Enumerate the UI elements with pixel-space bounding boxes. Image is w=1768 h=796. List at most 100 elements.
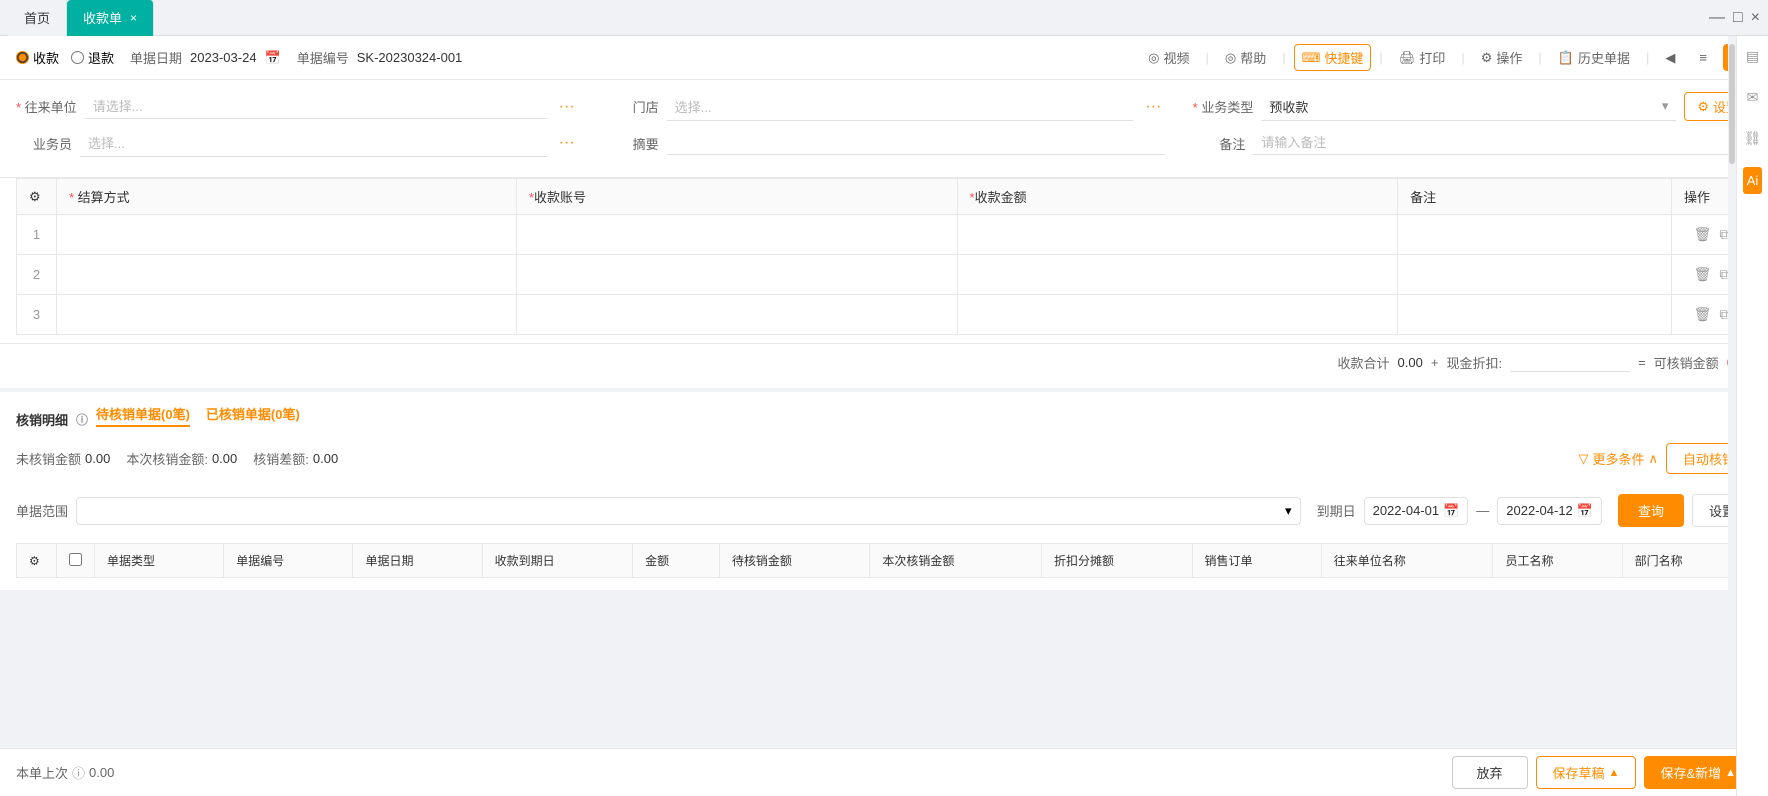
calendar-icon[interactable]: 📅 xyxy=(265,50,281,66)
account-cell[interactable] xyxy=(516,255,957,295)
range-select[interactable]: ▾ xyxy=(76,497,1301,525)
scrollbar-area[interactable] xyxy=(1728,36,1736,748)
writeoff-info-icon[interactable]: ⓘ xyxy=(76,411,88,428)
operation-btn[interactable]: ⚙ 操作 xyxy=(1473,44,1531,71)
tab-home[interactable]: 首页 xyxy=(8,0,67,36)
doc-no-info: 单据编号 SK-20230324-001 xyxy=(297,48,463,67)
discount-input[interactable] xyxy=(1510,352,1630,372)
settlement-cell[interactable] xyxy=(57,215,517,255)
bth-doc-type: 单据类型 xyxy=(95,544,224,578)
remark-input[interactable] xyxy=(1253,131,1752,155)
th-gear[interactable]: ⚙ xyxy=(17,179,57,215)
salesperson-more-icon[interactable]: ··· xyxy=(555,134,579,152)
history-icon: 📋 xyxy=(1558,50,1574,66)
abandon-btn[interactable]: 放弃 xyxy=(1452,756,1528,789)
diff-stat: 核销差额: 0.00 xyxy=(253,449,338,468)
range-label: 单据范围 xyxy=(16,501,68,520)
salesperson-select[interactable]: 选择... xyxy=(80,129,547,157)
delete-icon[interactable]: 🗑 xyxy=(1694,226,1712,243)
account-cell[interactable] xyxy=(516,295,957,335)
history-btn[interactable]: 📋 历史单据 xyxy=(1550,44,1638,71)
account-cell[interactable] xyxy=(516,215,957,255)
prev-btn[interactable]: ◀ xyxy=(1657,46,1683,70)
amount-cell[interactable] xyxy=(957,215,1398,255)
summary-input[interactable] xyxy=(667,131,1166,155)
bth-doc-date: 单据日期 xyxy=(353,544,482,578)
due-date-end[interactable]: 2022-04-12 📅 xyxy=(1497,497,1602,525)
close-btn[interactable]: × xyxy=(1751,9,1760,27)
sidebar-mail-icon[interactable]: ✉ xyxy=(1743,85,1763,110)
remark-cell[interactable] xyxy=(1398,215,1672,255)
help-btn[interactable]: ◎ 帮助 xyxy=(1217,44,1274,71)
counterpart-more-icon[interactable]: ··· xyxy=(555,98,579,116)
store-placeholder: 选择... xyxy=(675,97,712,116)
bth-due-date: 收款到期日 xyxy=(482,544,632,578)
video-btn[interactable]: ◎ 视频 xyxy=(1140,44,1197,71)
sidebar-link-icon[interactable]: ⛓ xyxy=(1740,126,1766,151)
th-account: *收款账号 xyxy=(516,179,957,215)
select-all-checkbox[interactable] xyxy=(69,553,82,566)
list-btn[interactable]: ≡ xyxy=(1691,46,1715,69)
tab-receipt[interactable]: 收款单 × xyxy=(67,0,154,36)
salesperson-placeholder: 选择... xyxy=(88,133,125,152)
shortcut-btn[interactable]: ⌨ 快捷键 xyxy=(1294,44,1372,71)
operation-icon: ⚙ xyxy=(1481,50,1493,66)
filter-row: 单据范围 ▾ 到期日 2022-04-01 📅 — 2022-04-12 📅 xyxy=(16,486,1752,535)
counterpart-input[interactable] xyxy=(85,95,547,119)
carry-forward-label: 本单上次 xyxy=(16,763,68,782)
minimize-btn[interactable]: — xyxy=(1709,9,1725,27)
counterpart-field: 往来单位 ··· xyxy=(16,95,579,119)
radio-refund[interactable]: 退款 xyxy=(71,48,114,67)
amount-cell[interactable] xyxy=(957,295,1398,335)
radio-receipt[interactable]: 收款 xyxy=(16,48,59,67)
available-label: 可核销金额 xyxy=(1654,353,1719,372)
more-conditions-btn[interactable]: ▽ 更多条件 ∧ xyxy=(1578,449,1658,468)
bth-gear[interactable]: ⚙ xyxy=(17,544,57,578)
current-stat: 本次核销金额: 0.00 xyxy=(126,449,237,468)
bth-sales-order: 销售订单 xyxy=(1192,544,1321,578)
bottom-table: ⚙ 单据类型 单据编号 单据日期 收款到期日 金额 待核销金额 本次核销金额 折… xyxy=(16,543,1752,578)
store-select[interactable]: 选择... xyxy=(667,93,1134,121)
delete-icon[interactable]: 🗑 xyxy=(1694,306,1712,323)
sep6: | xyxy=(1646,50,1649,65)
shortcut-icon: ⌨ xyxy=(1302,50,1321,66)
table-section: ⚙ 结算方式 *收款账号 *收款金额 备注 操作 1 🗑 ⧉ xyxy=(0,178,1768,343)
bth-checkbox[interactable] xyxy=(57,544,95,578)
footer-bar: 本单上次 ⓘ 0.00 放弃 保存草稿 ▲ 保存&新增 ▲ xyxy=(0,748,1768,796)
cal-icon-end: 📅 xyxy=(1577,503,1593,519)
settlement-cell[interactable] xyxy=(57,295,517,335)
tab-done[interactable]: 已核销单据(0笔) xyxy=(206,404,300,427)
amount-cell[interactable] xyxy=(957,255,1398,295)
tab-receipt-close[interactable]: × xyxy=(130,11,137,25)
save-draft-btn[interactable]: 保存草稿 ▲ xyxy=(1536,756,1637,789)
bth-counterpart: 往来单位名称 xyxy=(1321,544,1493,578)
sep3: | xyxy=(1379,50,1382,65)
settings-gear-icon: ⚙ xyxy=(1697,99,1709,115)
current-value: 0.00 xyxy=(212,451,237,466)
sidebar-ai-icon[interactable]: Ai xyxy=(1743,167,1763,194)
print-btn[interactable]: 🖨 打印 xyxy=(1391,44,1454,71)
table-row: 1 🗑 ⧉ xyxy=(17,215,1752,255)
doc-no-value: SK-20230324-001 xyxy=(357,50,463,65)
due-date-start[interactable]: 2022-04-01 📅 xyxy=(1364,497,1469,525)
row-num: 2 xyxy=(17,255,57,295)
biz-type-value: 预收款 xyxy=(1269,97,1308,116)
remark-cell[interactable] xyxy=(1398,295,1672,335)
equals-sign: = xyxy=(1638,355,1646,370)
remark-cell[interactable] xyxy=(1398,255,1672,295)
delete-icon[interactable]: 🗑 xyxy=(1694,266,1712,283)
biz-type-select[interactable]: 预收款 ▾ xyxy=(1261,93,1676,121)
query-btn[interactable]: 查询 xyxy=(1618,494,1684,527)
writeoff-tabs: 待核销单据(0笔) 已核销单据(0笔) xyxy=(96,404,300,427)
settlement-cell[interactable] xyxy=(57,255,517,295)
maximize-btn[interactable]: □ xyxy=(1733,9,1743,27)
sidebar-table-icon[interactable]: ▤ xyxy=(1742,44,1763,69)
range-arrow: ▾ xyxy=(1285,503,1292,519)
carry-forward-info-icon[interactable]: ⓘ xyxy=(72,763,85,782)
main-content: 收款 退款 单据日期 2023-03-24 📅 单据编号 SK-20230324… xyxy=(0,36,1768,590)
store-more-icon[interactable]: ··· xyxy=(1141,98,1165,116)
scrollbar-thumb[interactable] xyxy=(1729,44,1735,164)
window-controls: — □ × xyxy=(1709,9,1760,27)
tab-pending[interactable]: 待核销单据(0笔) xyxy=(96,404,190,427)
sep2: | xyxy=(1282,50,1285,65)
